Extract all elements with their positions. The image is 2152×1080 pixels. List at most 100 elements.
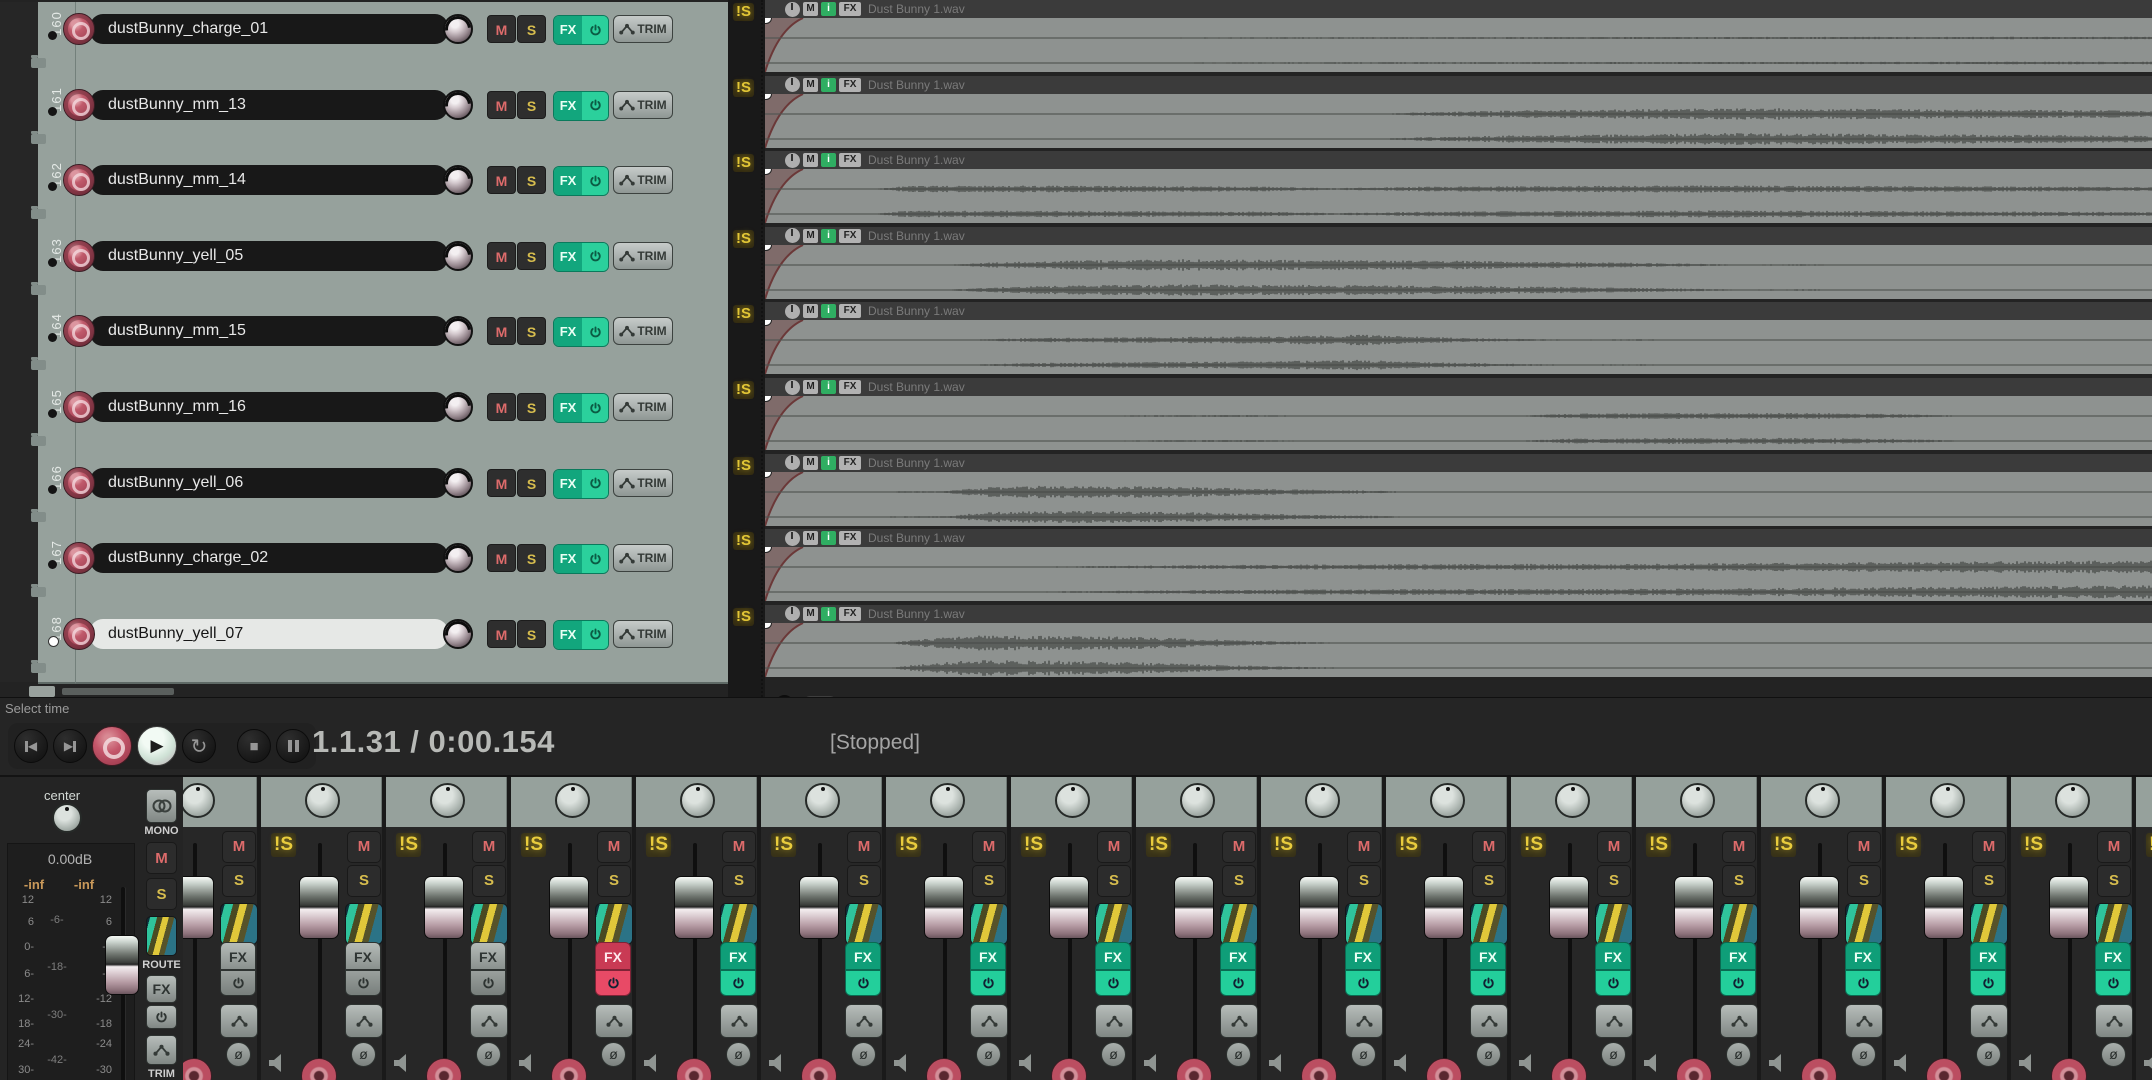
channel-mute-button[interactable]: M	[1097, 831, 1131, 863]
channel-record-arm-button[interactable]	[1551, 1058, 1587, 1080]
channel-solo-button[interactable]: S	[1222, 865, 1256, 897]
channel-mute-button[interactable]: M	[472, 831, 506, 863]
media-item[interactable]	[765, 320, 2152, 375]
channel-pan-knob[interactable]	[1680, 783, 1715, 818]
record-arm-button[interactable]	[63, 239, 95, 272]
channel-mute-button[interactable]: M	[1722, 831, 1756, 863]
channel-route-button[interactable]	[1845, 903, 1883, 945]
channel-mute-button[interactable]: M	[1972, 831, 2006, 863]
fx-button[interactable]: FX	[553, 166, 609, 197]
channel-fx-power-button[interactable]	[2095, 970, 2131, 996]
channel-solo-button[interactable]: S	[2097, 865, 2131, 897]
channel-mute-button[interactable]: M	[1222, 831, 1256, 863]
channel-record-arm-button[interactable]	[1426, 1058, 1462, 1080]
channel-fx-button[interactable]: FX	[845, 942, 881, 970]
media-item[interactable]	[765, 622, 2152, 677]
channel-phase-button[interactable]: ø	[476, 1042, 501, 1067]
edit-cursor[interactable]	[761, 0, 763, 697]
item-fx-button[interactable]: FX	[839, 380, 861, 394]
trim-envelope-button[interactable]: TRIM	[613, 393, 673, 421]
item-volume-knob-icon[interactable]	[785, 228, 800, 244]
mute-button[interactable]: M	[487, 241, 516, 270]
item-mute-button[interactable]: M	[803, 606, 818, 621]
item-fx-button[interactable]: FX	[839, 606, 861, 621]
mixer-channel-strip[interactable]: !SMSFXø	[1761, 777, 1886, 1080]
channel-fx-power-button[interactable]	[1845, 970, 1881, 996]
channel-fader-handle[interactable]	[1799, 876, 1839, 939]
media-item-header[interactable]: Mi FX Dust Bunny 1.wav	[765, 378, 2152, 396]
channel-pan-knob[interactable]	[555, 783, 590, 818]
mixer-channel-strip[interactable]: !SMSFXø	[386, 777, 511, 1080]
channel-solo-button[interactable]: S	[847, 865, 881, 897]
track-select-dot[interactable]	[48, 484, 57, 494]
channel-record-arm-button[interactable]	[1801, 1058, 1837, 1080]
channel-phase-button[interactable]: ø	[226, 1042, 251, 1067]
media-item[interactable]	[765, 169, 2152, 224]
channel-route-button[interactable]	[970, 903, 1008, 945]
fx-button[interactable]: FX	[553, 468, 609, 499]
record-arm-button[interactable]	[63, 542, 95, 575]
channel-mute-button[interactable]: M	[2097, 831, 2131, 863]
fx-button[interactable]: FX	[553, 15, 609, 45]
mute-button[interactable]: M	[487, 544, 516, 573]
channel-mute-button[interactable]: M	[222, 831, 256, 863]
channel-fader-handle[interactable]	[924, 876, 964, 939]
fx-power-icon[interactable]	[582, 318, 608, 347]
trim-envelope-button[interactable]: TRIM	[613, 468, 673, 497]
channel-fx-button[interactable]: FX	[720, 942, 756, 970]
channel-fader-handle[interactable]	[1299, 876, 1339, 939]
channel-phase-button[interactable]: ø	[1476, 1042, 1501, 1067]
channel-fx-button[interactable]: FX	[1720, 942, 1756, 970]
channel-fader-handle[interactable]	[1049, 876, 1089, 939]
channel-record-arm-button[interactable]	[551, 1058, 587, 1080]
mute-button[interactable]: M	[487, 317, 516, 346]
master-fx-power-button[interactable]	[146, 1005, 177, 1029]
channel-phase-button[interactable]: ø	[1101, 1042, 1126, 1067]
channel-fx-power-button[interactable]	[720, 970, 756, 996]
media-item-header[interactable]: Mi FX Dust Bunny 1.wav	[765, 453, 2152, 472]
item-notes-button[interactable]: i	[821, 228, 836, 243]
channel-fader-handle[interactable]	[1549, 876, 1589, 939]
tcp-scrollbar-segment[interactable]	[29, 686, 55, 697]
channel-mute-button[interactable]: M	[597, 831, 631, 863]
solo-button[interactable]: S	[517, 90, 546, 119]
channel-solo-button[interactable]: S	[597, 865, 631, 897]
media-item[interactable]	[765, 18, 2152, 72]
pan-knob[interactable]	[443, 89, 473, 120]
fx-button[interactable]: FX	[553, 619, 609, 650]
mute-button[interactable]: M	[487, 468, 516, 497]
channel-envelope-button[interactable]	[1595, 1004, 1633, 1038]
mixer-channel-strip[interactable]: !SMSFXø	[1011, 777, 1136, 1080]
transport-go-to-end-button[interactable]: ▶	[53, 729, 87, 763]
channel-envelope-button[interactable]	[1845, 1004, 1883, 1038]
channel-envelope-button[interactable]	[1095, 1004, 1133, 1038]
channel-mute-button[interactable]: M	[1597, 831, 1631, 863]
media-item[interactable]	[765, 547, 2152, 602]
channel-fader-handle[interactable]	[674, 876, 714, 939]
master-trim-envelope-button[interactable]	[146, 1035, 177, 1065]
track-name[interactable]: dustBunny_charge_01	[90, 14, 448, 44]
track-name[interactable]: dustBunny_mm_16	[90, 392, 448, 422]
media-item-header[interactable]: Mi FX Dust Bunny 1.wav	[765, 75, 2152, 94]
channel-pan-knob[interactable]	[1930, 783, 1965, 818]
channel-route-button[interactable]	[595, 903, 633, 945]
channel-solo-button[interactable]: S	[1097, 865, 1131, 897]
media-item-header[interactable]: Mi FX Dust Bunny 1.wav	[765, 151, 2152, 170]
mixer-channel-strip[interactable]: !SMSFXø	[2011, 777, 2136, 1080]
channel-fx-button[interactable]: FX	[220, 942, 256, 970]
item-volume-knob-icon[interactable]	[785, 606, 800, 622]
channel-fx-button[interactable]: FX	[1095, 942, 1131, 970]
media-item-header[interactable]: Mi FX Dust Bunny 1.wav	[765, 226, 2152, 245]
channel-pan-knob[interactable]	[1805, 783, 1840, 818]
item-volume-knob-icon[interactable]	[785, 455, 800, 471]
channel-route-button[interactable]	[1970, 903, 2008, 945]
channel-solo-button[interactable]: S	[1722, 865, 1756, 897]
channel-fx-power-button[interactable]	[1595, 970, 1631, 996]
item-fx-button[interactable]: FX	[839, 531, 861, 546]
mixer-channel-strip[interactable]: !SMSFXø	[2136, 777, 2152, 1080]
channel-envelope-button[interactable]	[220, 1004, 258, 1038]
channel-mute-button[interactable]: M	[972, 831, 1006, 863]
record-arm-button[interactable]	[63, 164, 95, 197]
transport-go-to-start-button[interactable]: ◀	[14, 729, 48, 763]
track-name[interactable]: dustBunny_yell_06	[90, 467, 448, 498]
